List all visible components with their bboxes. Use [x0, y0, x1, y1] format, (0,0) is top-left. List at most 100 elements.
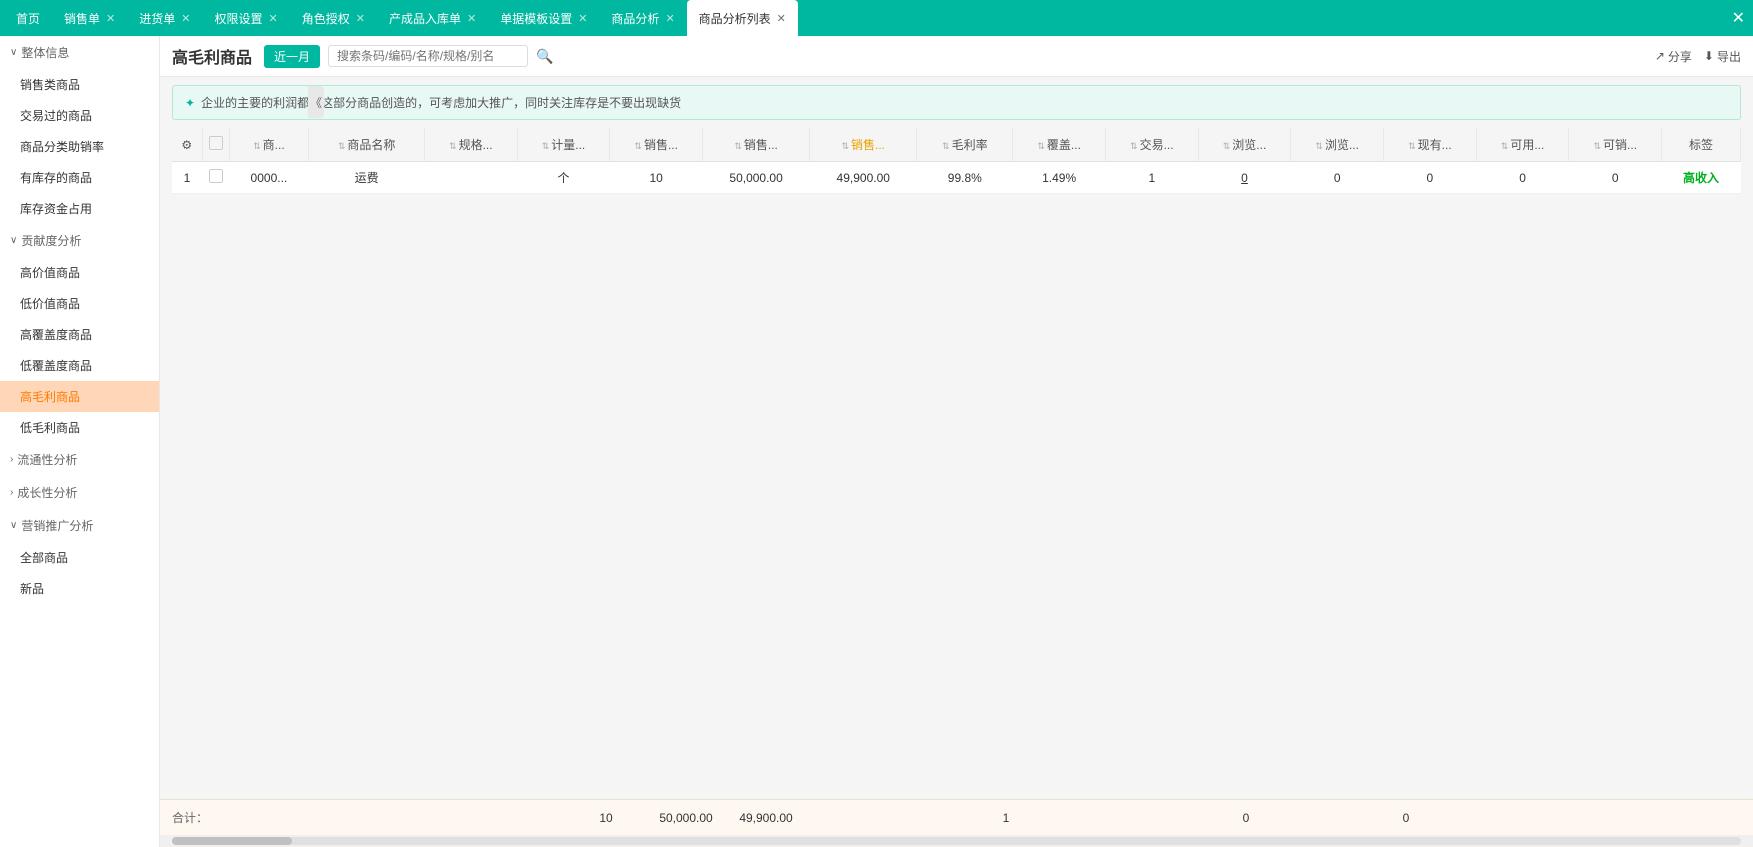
close-sales-tab[interactable]: ✕: [106, 12, 115, 25]
footer-current-stock: 0: [1206, 811, 1286, 825]
period-filter-button[interactable]: 近一月: [264, 45, 320, 68]
sidebar-item-new-products[interactable]: 新品: [0, 573, 159, 604]
search-input[interactable]: [328, 45, 528, 67]
product-analysis-table: ⚙ ⇅商... ⇅商品名称 ⇅规格... ⇅计量... ⇅销售... ⇅销售..…: [172, 128, 1741, 194]
close-purchase-tab[interactable]: ✕: [181, 12, 190, 25]
total-label: 合计：: [172, 809, 212, 826]
sales-amount-col-header: ⇅销售...: [703, 128, 810, 162]
close-product-analysis-list-tab[interactable]: ✕: [777, 12, 786, 25]
content-area: 《 高毛利商品 近一月 🔍 ↗ 分享 ⬇ 导出 ✦ 企业的主要的利润都是这部分商…: [160, 36, 1753, 847]
sidebar-group-growth[interactable]: › 成长性分析: [0, 476, 159, 509]
browse2-col-header: ⇅浏览...: [1291, 128, 1384, 162]
sidebar-group-contribution[interactable]: ∨ 贡献度分析: [0, 224, 159, 257]
sidebar-item-low-value[interactable]: 低价值商品: [0, 288, 159, 319]
close-all-tabs[interactable]: ✕: [1732, 8, 1745, 28]
row-sales-amount: 50,000.00: [703, 162, 810, 194]
close-permission-tab[interactable]: ✕: [269, 12, 278, 25]
sidebar-item-traded-products[interactable]: 交易过的商品: [0, 100, 159, 131]
close-product-entry-tab[interactable]: ✕: [467, 12, 476, 25]
close-role-tab[interactable]: ✕: [356, 12, 365, 25]
nav-tab-sales[interactable]: 销售单 ✕: [52, 0, 127, 36]
horizontal-scrollbar[interactable]: [160, 835, 1753, 847]
close-product-analysis-tab[interactable]: ✕: [665, 12, 674, 25]
close-template-tab[interactable]: ✕: [578, 12, 587, 25]
row-browse1[interactable]: 0: [1198, 162, 1291, 194]
data-table-wrapper[interactable]: ⚙ ⇅商... ⇅商品名称 ⇅规格... ⇅计量... ⇅销售... ⇅销售..…: [172, 128, 1741, 799]
sidebar-item-stocked-products[interactable]: 有库存的商品: [0, 162, 159, 193]
nav-tab-purchase[interactable]: 进货单 ✕: [127, 0, 202, 36]
chevron-down-icon-3: ∨: [10, 520, 17, 531]
footer-total-row: 合计： 10 50,000.00 49,900.00 1 0 0: [160, 799, 1753, 835]
row-tag: 高收入: [1662, 162, 1741, 194]
select-all-checkbox[interactable]: [209, 136, 223, 150]
row-sales-qty: 10: [610, 162, 703, 194]
row-spec: [424, 162, 517, 194]
sidebar-item-high-margin[interactable]: 高毛利商品: [0, 381, 159, 412]
row-current-stock: 0: [1384, 162, 1477, 194]
gross-margin-col-header: ⇅毛利率: [917, 128, 1013, 162]
sidebar-item-high-value[interactable]: 高价值商品: [0, 257, 159, 288]
sidebar-item-low-margin[interactable]: 低毛利商品: [0, 412, 159, 443]
nav-tab-home[interactable]: 首页: [4, 0, 52, 36]
current-stock-col-header: ⇅现有...: [1384, 128, 1477, 162]
nav-tab-product-analysis-list[interactable]: 商品分析列表 ✕: [687, 0, 798, 36]
trade-count-col-header: ⇅交易...: [1105, 128, 1198, 162]
sidebar: ∨ 整体信息 销售类商品 交易过的商品 商品分类助销率 有库存的商品 库存资金占…: [0, 36, 160, 847]
scroll-track[interactable]: [172, 837, 1741, 845]
table-header-row: ⚙ ⇅商... ⇅商品名称 ⇅规格... ⇅计量... ⇅销售... ⇅销售..…: [172, 128, 1741, 162]
footer-trade-count: 1: [966, 811, 1046, 825]
sidebar-item-sales-products[interactable]: 销售类商品: [0, 69, 159, 100]
footer-sales-profit: 49,900.00: [726, 811, 806, 825]
info-icon: ✦: [185, 96, 195, 110]
row-sellable: 0: [1569, 162, 1662, 194]
sidebar-item-high-coverage[interactable]: 高覆盖度商品: [0, 319, 159, 350]
share-button[interactable]: ↗ 分享: [1655, 48, 1692, 65]
sales-profit-col-header: ⇅销售...: [810, 128, 917, 162]
row-checkbox[interactable]: [202, 162, 229, 194]
sidebar-item-stock-capital[interactable]: 库存资金占用: [0, 193, 159, 224]
row-sales-profit: 49,900.00: [810, 162, 917, 194]
tag-col-header: 标签: [1662, 128, 1741, 162]
row-trade-count: 1: [1105, 162, 1198, 194]
footer-sales-amount: 50,000.00: [646, 811, 726, 825]
row-unit: 个: [517, 162, 610, 194]
code-col-header: ⇅商...: [229, 128, 309, 162]
export-icon: ⬇: [1704, 49, 1714, 63]
chevron-right-icon: ›: [10, 454, 13, 465]
scroll-thumb[interactable]: [172, 837, 292, 845]
sidebar-item-all-products[interactable]: 全部商品: [0, 542, 159, 573]
row-name: 运费: [309, 162, 425, 194]
nav-tab-template[interactable]: 单据模板设置 ✕: [488, 0, 599, 36]
sidebar-group-overall[interactable]: ∨ 整体信息: [0, 36, 159, 69]
sellable-col-header: ⇅可销...: [1569, 128, 1662, 162]
chevron-down-icon-2: ∨: [10, 235, 17, 246]
top-navigation: 首页 销售单 ✕ 进货单 ✕ 权限设置 ✕ 角色授权 ✕ 产成品入库单 ✕ 单据…: [0, 0, 1753, 36]
name-col-header: ⇅商品名称: [309, 128, 425, 162]
nav-tab-product-analysis[interactable]: 商品分析 ✕: [599, 0, 686, 36]
chevron-right-icon-2: ›: [10, 487, 13, 498]
header-actions: ↗ 分享 ⬇ 导出: [1655, 48, 1741, 65]
sidebar-group-liquidity[interactable]: › 流通性分析: [0, 443, 159, 476]
footer-sellable: 0: [1366, 811, 1446, 825]
unit-col-header: ⇅计量...: [517, 128, 610, 162]
sales-qty-col-header: ⇅销售...: [610, 128, 703, 162]
browse1-col-header: ⇅浏览...: [1198, 128, 1291, 162]
coverage-col-header: ⇅覆盖...: [1013, 128, 1106, 162]
settings-col-header[interactable]: ⚙: [172, 128, 202, 162]
export-button[interactable]: ⬇ 导出: [1704, 48, 1741, 65]
sidebar-group-marketing[interactable]: ∨ 营销推广分析: [0, 509, 159, 542]
sidebar-item-low-coverage[interactable]: 低覆盖度商品: [0, 350, 159, 381]
available-col-header: ⇅可用...: [1476, 128, 1569, 162]
toggle-sidebar-button[interactable]: 《: [308, 86, 324, 118]
row-code: 0000...: [229, 162, 309, 194]
nav-tab-permission[interactable]: 权限设置 ✕: [202, 0, 289, 36]
row-gross-margin: 99.8%: [917, 162, 1013, 194]
content-header: 高毛利商品 近一月 🔍 ↗ 分享 ⬇ 导出: [160, 36, 1753, 77]
main-layout: ∨ 整体信息 销售类商品 交易过的商品 商品分类助销率 有库存的商品 库存资金占…: [0, 36, 1753, 847]
sidebar-item-category-sales-rate[interactable]: 商品分类助销率: [0, 131, 159, 162]
checkbox-col-header[interactable]: [202, 128, 229, 162]
table-row[interactable]: 1 0000... 运费 个 10 50,000.00 49,900.00 99…: [172, 162, 1741, 194]
nav-tab-role[interactable]: 角色授权 ✕: [290, 0, 377, 36]
nav-tab-product-entry[interactable]: 产成品入库单 ✕: [377, 0, 488, 36]
search-button[interactable]: 🔍: [536, 48, 553, 65]
